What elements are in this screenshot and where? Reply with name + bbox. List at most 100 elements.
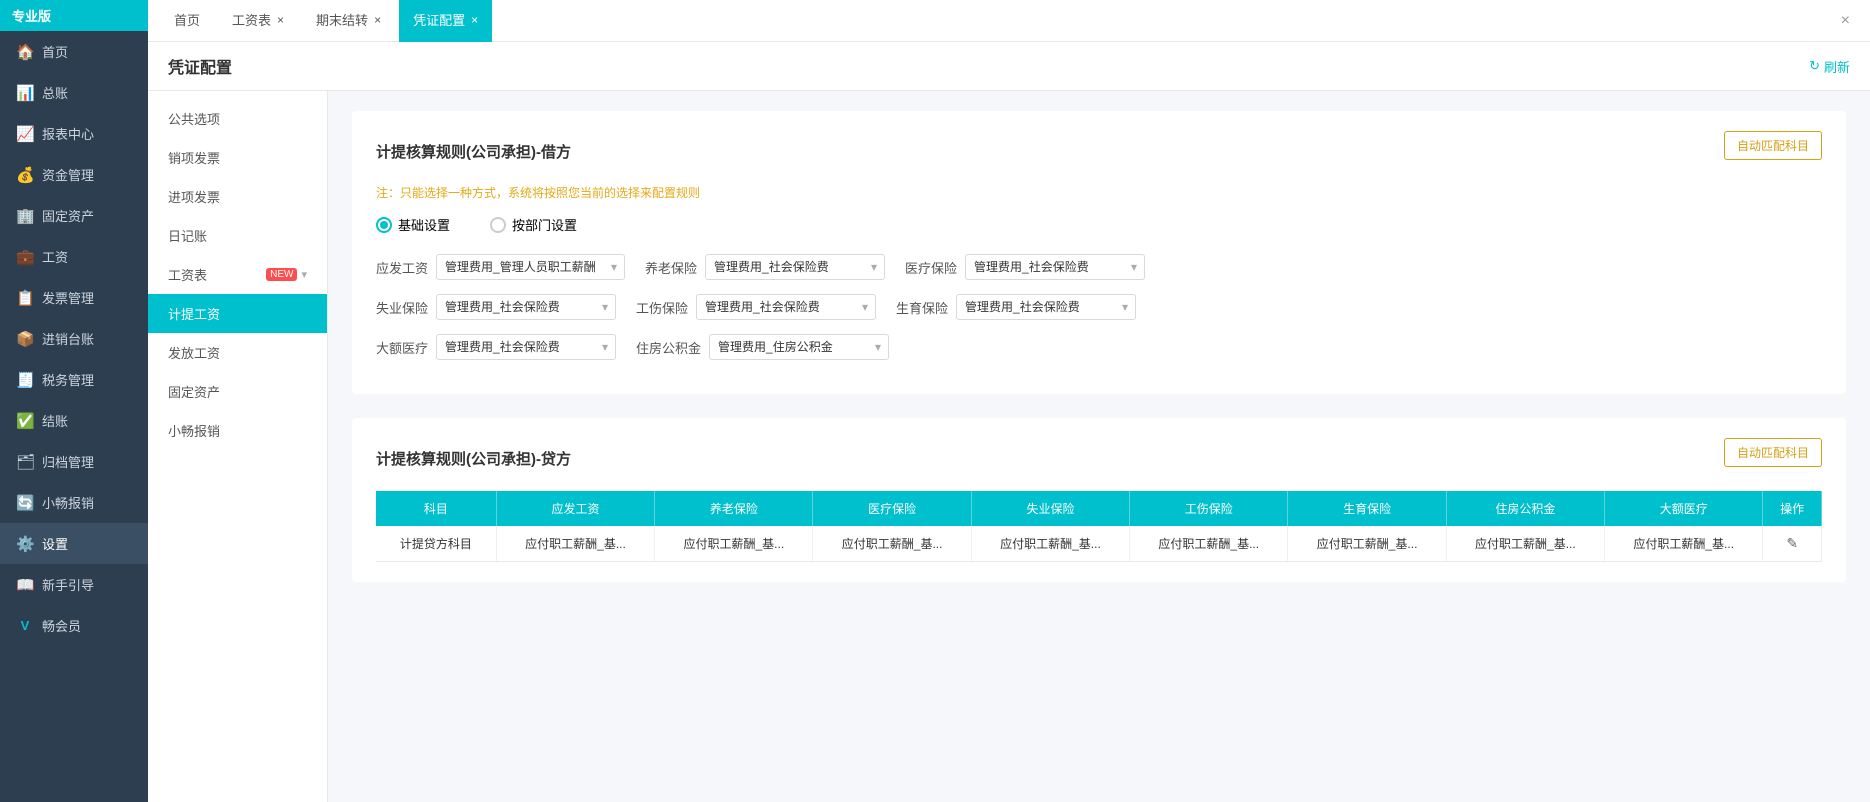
select-yanglao[interactable]: 管理费用_社会保险费 [705, 254, 885, 280]
cell-action[interactable]: ✎ [1763, 526, 1822, 562]
sidebar-item-invoice-management[interactable]: 📋 发票管理 [0, 277, 148, 318]
refresh-button[interactable]: ↻ 刷新 [1809, 57, 1850, 76]
close-tab-payroll-icon[interactable]: × [277, 13, 284, 27]
select-dae-wrapper: 管理费用_社会保险费 [436, 334, 616, 360]
credit-auto-match-button[interactable]: 自动匹配科目 [1724, 438, 1822, 467]
field-shiye: 失业保险 管理费用_社会保险费 [376, 294, 616, 320]
sidebar-item-fixed-assets[interactable]: 🏢 固定资产 [0, 195, 148, 236]
edit-icon[interactable]: ✎ [1786, 535, 1798, 551]
col-shiye: 失业保险 [971, 491, 1129, 526]
radio-dept-setup[interactable]: 按部门设置 [490, 215, 577, 234]
member-icon: V [16, 618, 34, 633]
archive-icon: 🗂 [16, 453, 34, 471]
sidebar-item-label: 税务管理 [42, 370, 94, 389]
window-close-icon[interactable]: × [1833, 12, 1858, 30]
payroll-icon: 💼 [16, 248, 34, 266]
cell-dae: 应付职工薪酬_基... [1605, 526, 1763, 562]
home-icon: 🏠 [16, 43, 34, 61]
col-action: 操作 [1763, 491, 1822, 526]
select-yiliao[interactable]: 管理费用_社会保险费 [965, 254, 1145, 280]
sidebar-item-payroll[interactable]: 💼 工资 [0, 236, 148, 277]
sidebar-item-tax[interactable]: 🧾 税务管理 [0, 359, 148, 400]
main-area: 首页 工资表 × 期末结转 × 凭证配置 × × 凭证配置 ↻ 刷新 公共选项 [148, 0, 1870, 802]
sidebar-item-guide[interactable]: 📖 新手引导 [0, 564, 148, 605]
right-content: 计提核算规则(公司承担)-借方 自动匹配科目 注：只能选择一种方式，系统将按照您… [328, 91, 1870, 802]
cell-shiye: 应付职工薪酬_基... [971, 526, 1129, 562]
xiaochang-icon: 🔄 [16, 494, 34, 512]
cell-gongshang: 应付职工薪酬_基... [1130, 526, 1288, 562]
cell-yiliao: 应付职工薪酬_基... [813, 526, 971, 562]
select-dae[interactable]: 管理费用_社会保险费 [436, 334, 616, 360]
sidebar-item-home[interactable]: 🏠 首页 [0, 31, 148, 72]
tab-period-closing[interactable]: 期末结转 × [302, 0, 395, 42]
debit-section: 计提核算规则(公司承担)-借方 自动匹配科目 注：只能选择一种方式，系统将按照您… [352, 111, 1846, 394]
select-shiye[interactable]: 管理费用_社会保险费 [436, 294, 616, 320]
sidebar-item-archive[interactable]: 🗂 归档管理 [0, 441, 148, 482]
tab-payroll-table[interactable]: 工资表 × [218, 0, 298, 42]
nav-public-options[interactable]: 公共选项 [148, 99, 327, 138]
debit-auto-match-button[interactable]: 自动匹配科目 [1724, 131, 1822, 160]
label-gongjijin: 住房公积金 [636, 338, 701, 357]
nav-fixed-assets[interactable]: 固定资产 [148, 372, 327, 411]
sidebar-item-purchase-sales[interactable]: 📦 进销台账 [0, 318, 148, 359]
field-yanglao: 养老保险 管理费用_社会保险费 [645, 254, 885, 280]
close-tab-period-icon[interactable]: × [374, 13, 381, 27]
refresh-icon: ↻ [1809, 58, 1820, 74]
page-header: 凭证配置 ↻ 刷新 [148, 42, 1870, 91]
sidebar-item-label: 报表中心 [42, 124, 94, 143]
nav-credit-invoice[interactable]: 销项发票 [148, 138, 327, 177]
radio-basic-dot [380, 221, 388, 229]
tab-voucher-config[interactable]: 凭证配置 × [399, 0, 492, 42]
close-tab-voucher-icon[interactable]: × [471, 13, 478, 27]
sidebar-item-general-ledger[interactable]: 📊 总账 [0, 72, 148, 113]
sidebar-item-report-center[interactable]: 📈 报表中心 [0, 113, 148, 154]
nav-xiaochang-expense[interactable]: 小畅报销 [148, 411, 327, 450]
select-gongjijin[interactable]: 管理费用_住房公积金 [709, 334, 889, 360]
cell-yingfa: 应付职工薪酬_基... [496, 526, 654, 562]
select-yingfa[interactable]: 管理费用_管理人员职工薪酬 [436, 254, 625, 280]
cell-gongjijin: 应付职工薪酬_基... [1446, 526, 1604, 562]
debit-form-row-3: 大额医疗 管理费用_社会保险费 住房公积金 管理费用_住房公积金 [376, 334, 1822, 360]
credit-section: 计提核算规则(公司承担)-贷方 自动匹配科目 科目 应发工资 养老保险 医疗保险… [352, 418, 1846, 582]
sidebar-item-xiaochang-report[interactable]: 🔄 小畅报销 [0, 482, 148, 523]
sidebar-item-label: 归档管理 [42, 452, 94, 471]
col-dae: 大额医疗 [1605, 491, 1763, 526]
select-yingfa-wrapper: 管理费用_管理人员职工薪酬 [436, 254, 625, 280]
col-shengyu: 生育保险 [1288, 491, 1446, 526]
cell-shengyu: 应付职工薪酬_基... [1288, 526, 1446, 562]
sidebar-item-label: 总账 [42, 83, 68, 102]
label-shengyu: 生育保险 [896, 298, 948, 317]
sidebar-item-label: 新手引导 [42, 575, 94, 594]
sidebar-item-closing[interactable]: ✅ 结账 [0, 400, 148, 441]
field-yiliao: 医疗保险 管理费用_社会保险费 [905, 254, 1145, 280]
radio-group-debit: 基础设置 按部门设置 [376, 215, 1822, 234]
closing-icon: ✅ [16, 412, 34, 430]
radio-dept-label: 按部门设置 [512, 215, 577, 234]
col-yanglao: 养老保险 [655, 491, 813, 526]
nav-debit-invoice[interactable]: 进项发票 [148, 177, 327, 216]
debit-section-title: 计提核算规则(公司承担)-借方 [376, 141, 571, 162]
sidebar-item-settings[interactable]: ⚙️ 设置 [0, 523, 148, 564]
select-gongshang[interactable]: 管理费用_社会保险费 [696, 294, 876, 320]
content-area: 公共选项 销项发票 进项发票 日记账 工资表 NEW ▾ 计提工资 [148, 91, 1870, 802]
radio-dept-circle [490, 217, 506, 233]
sidebar-item-fund-management[interactable]: 💰 资金管理 [0, 154, 148, 195]
tab-home[interactable]: 首页 [160, 0, 214, 42]
nav-journal[interactable]: 日记账 [148, 216, 327, 255]
select-shengyu-wrapper: 管理费用_社会保险费 [956, 294, 1136, 320]
sidebar-item-label: 畅会员 [42, 616, 81, 635]
nav-payroll-calc[interactable]: 计提工资 [148, 294, 327, 333]
field-gongjijin: 住房公积金 管理费用_住房公积金 [636, 334, 889, 360]
nav-payroll-issue[interactable]: 发放工资 [148, 333, 327, 372]
select-shengyu[interactable]: 管理费用_社会保险费 [956, 294, 1136, 320]
assets-icon: 🏢 [16, 207, 34, 225]
col-yingfa: 应发工资 [496, 491, 654, 526]
ledger-icon: 📊 [16, 84, 34, 102]
report-icon: 📈 [16, 125, 34, 143]
sidebar-item-member[interactable]: V 畅会员 [0, 605, 148, 646]
sidebar-item-label: 固定资产 [42, 206, 94, 225]
new-badge: NEW [266, 268, 297, 281]
radio-basic-setup[interactable]: 基础设置 [376, 215, 450, 234]
nav-payroll-table[interactable]: 工资表 NEW ▾ [148, 255, 327, 294]
sidebar-item-label: 首页 [42, 42, 68, 61]
